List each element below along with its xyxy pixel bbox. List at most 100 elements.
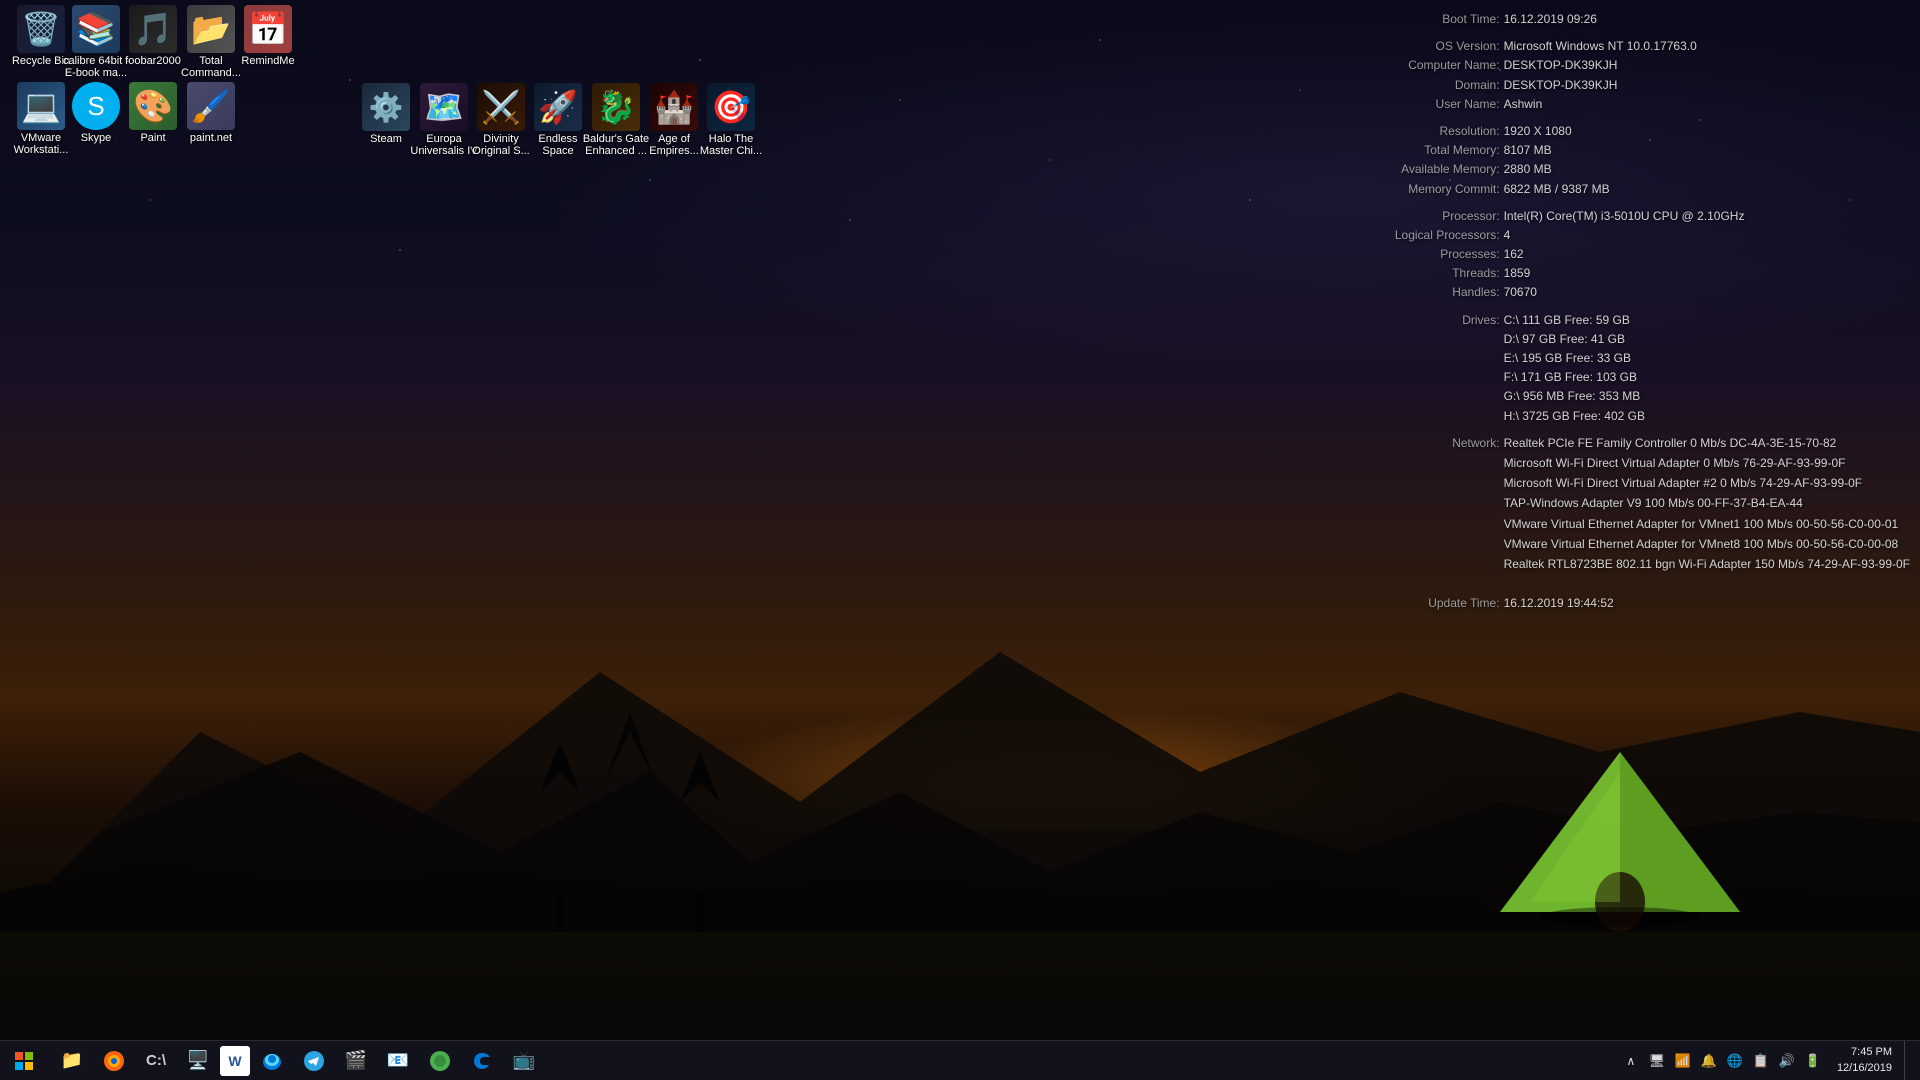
show-desktop-button[interactable] [1904,1041,1912,1080]
taskbar-app11[interactable]: 📺 [504,1042,544,1080]
drives-label-g [1370,387,1500,406]
total-commander-icon: 📂 [187,5,235,53]
threads-value: 1859 [1504,264,1531,283]
drive-d-value: D:\ 97 GB Free: 41 GB [1504,330,1625,349]
total-memory-value: 8107 MB [1504,141,1552,160]
drives-label: Drives: [1370,311,1500,330]
drives-label-e [1370,349,1500,368]
telegram-icon [303,1050,325,1072]
skype-label: Skype [81,132,112,144]
threads-label: Threads: [1370,264,1500,283]
desktop-icon-halo[interactable]: 🎯 Halo The Master Chi... [695,83,767,157]
start-button[interactable] [0,1041,48,1080]
handles-label: Handles: [1370,283,1500,302]
drives-label-f [1370,368,1500,387]
steam-label: Steam [370,133,402,145]
tray-network-icon[interactable]: 🖥 [1645,1041,1669,1080]
clock-time: 7:45 PM [1837,1045,1892,1060]
remindme-icon: 📅 [244,5,292,53]
os-version-label: OS Version: [1370,37,1500,56]
update-time-label: Update Time: [1370,594,1500,613]
taskbar-telegram[interactable] [294,1042,334,1080]
network-7-value: Realtek RTL8723BE 802.11 bgn Wi-Fi Adapt… [1504,555,1910,574]
boot-time-value: 16.12.2019 09:26 [1504,10,1597,29]
age-of-empires-icon: 🏰 [650,83,698,131]
tray-app2-icon[interactable]: 📋 [1749,1041,1773,1080]
tray-notification-icon[interactable]: 🔔 [1697,1041,1721,1080]
firefox-icon [103,1050,125,1072]
handles-value: 70670 [1504,283,1537,302]
halo-label: Halo The Master Chi... [695,133,767,157]
memory-commit-value: 6822 MB / 9387 MB [1504,180,1610,199]
skype-icon: S [72,82,120,130]
network-6-value: VMware Virtual Ethernet Adapter for VMne… [1504,535,1910,554]
drive-c-value: C:\ 111 GB Free: 59 GB [1504,311,1630,330]
tray-volume-icon[interactable]: 🔊 [1775,1041,1799,1080]
update-time-value: 16.12.2019 19:44:52 [1504,594,1614,613]
halo-icon: 🎯 [707,83,755,131]
network-5-value: VMware Virtual Ethernet Adapter for VMne… [1504,515,1910,534]
divinity-icon: ⚔️ [477,83,525,131]
computer-name-label: Computer Name: [1370,56,1500,75]
europa-icon: 🗺️ [420,83,468,131]
available-memory-value: 2880 MB [1504,160,1552,179]
baldurs-gate-icon: 🐉 [592,83,640,131]
steam-icon: ⚙️ [362,83,410,131]
browser-icon [429,1050,451,1072]
taskbar-file-explorer[interactable]: 📁 [52,1042,92,1080]
processes-value: 162 [1504,245,1524,264]
network-1-value: Realtek PCIe FE Family Controller 0 Mb/s… [1504,434,1910,453]
network-2-value: Microsoft Wi-Fi Direct Virtual Adapter 0… [1504,454,1910,473]
computer-name-value: DESKTOP-DK39KJH [1504,56,1618,75]
user-name-value: Ashwin [1504,95,1543,114]
foobar-label: foobar2000 [125,55,181,67]
domain-label: Domain: [1370,76,1500,95]
taskbar-firefox[interactable] [94,1042,134,1080]
total-memory-label: Total Memory: [1370,141,1500,160]
resolution-value: 1920 X 1080 [1504,122,1572,141]
taskbar-app7[interactable]: 🎬 [336,1042,376,1080]
desktop-icon-paintnet[interactable]: 🖌️ paint.net [175,82,247,144]
taskbar-browser[interactable] [420,1042,460,1080]
tray-battery-icon[interactable]: 🔋 [1801,1041,1825,1080]
logical-proc-label: Logical Processors: [1370,226,1500,245]
taskbar-app4[interactable]: 🖥️ [178,1042,218,1080]
tree-silhouettes [480,712,780,932]
drive-g-value: G:\ 956 MB Free: 353 MB [1504,387,1641,406]
processor-value: Intel(R) Core(TM) i3-5010U CPU @ 2.10GHz [1504,207,1745,226]
drives-label-h [1370,407,1500,426]
network-label: Network: [1370,434,1500,453]
remindme-label: RemindMe [241,55,294,67]
desktop: 🗑️ Recycle Bin 📚 calibre 64bit - E-book … [0,0,1920,1080]
taskbar-edge-new[interactable] [252,1042,292,1080]
processes-label: Processes: [1370,245,1500,264]
os-version-value: Microsoft Windows NT 10.0.17763.0 [1504,37,1697,56]
boot-time-label: Boot Time: [1370,10,1500,29]
taskbar-cmd[interactable]: C:\ [136,1042,176,1080]
system-info-panel: Boot Time: 16.12.2019 09:26 OS Version: … [1370,10,1910,621]
edge-icon [471,1050,493,1072]
tray-app1-icon[interactable]: 🌐 [1723,1041,1747,1080]
tent [1480,732,1760,932]
vmware-icon: 💻 [17,82,65,130]
edge-new-icon [261,1050,283,1072]
endless-space-icon: 🚀 [534,83,582,131]
taskbar-apps: 📁 C:\ 🖥️ W [48,1041,548,1080]
clock-date: 12/16/2019 [1837,1061,1892,1076]
processor-label: Processor: [1370,207,1500,226]
domain-value: DESKTOP-DK39KJH [1504,76,1618,95]
drives-label-d [1370,330,1500,349]
taskbar-word[interactable]: W [220,1046,250,1076]
recycle-bin-icon: 🗑️ [17,5,65,53]
clock[interactable]: 7:45 PM 12/16/2019 [1829,1045,1900,1076]
taskbar-outlook[interactable]: 📧 [378,1042,418,1080]
resolution-label: Resolution: [1370,122,1500,141]
taskbar-edge[interactable] [462,1042,502,1080]
taskbar-right: ∧ 🖥 📶 🔔 🌐 📋 🔊 🔋 7:45 PM 12/16/2019 [1619,1041,1920,1080]
drive-f-value: F:\ 171 GB Free: 103 GB [1504,368,1637,387]
paint-label: Paint [140,132,165,144]
tray-wifi-icon[interactable]: 📶 [1671,1041,1695,1080]
tray-expand[interactable]: ∧ [1619,1041,1643,1080]
user-name-label: User Name: [1370,95,1500,114]
desktop-icon-remindme[interactable]: 📅 RemindMe [232,5,304,67]
